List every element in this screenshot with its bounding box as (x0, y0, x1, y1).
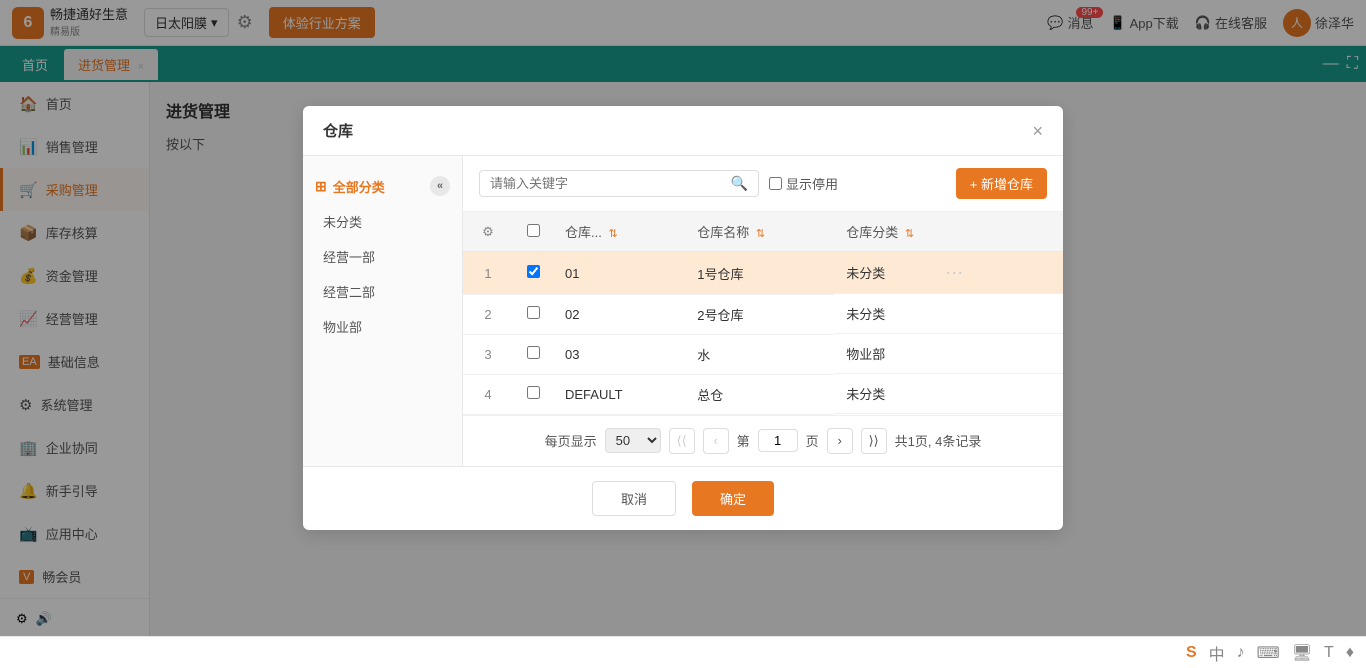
table-row: 4 DEFAULT 总仓 未分类 (463, 374, 1063, 414)
modal-header: 仓库 × (303, 106, 1063, 156)
sidebar-header-label: 全部分类 (333, 177, 385, 196)
row-checkbox-cell (513, 252, 553, 295)
cancel-btn[interactable]: 取消 (592, 481, 676, 516)
sort-code-icon[interactable]: ⇅ (608, 227, 617, 240)
row-checkbox-cell (513, 334, 553, 374)
modal-overlay: 仓库 × ⊞ 全部分类 « 未分类 经营一部 经营二部 物业部 (0, 0, 1366, 636)
confirm-btn[interactable]: 确定 (692, 481, 774, 516)
col-header-check (513, 212, 553, 252)
bottom-sound-icon[interactable]: ♪ (1237, 644, 1245, 662)
row-checkbox[interactable] (527, 265, 540, 278)
page-first-btn[interactable]: ⟨⟨ (669, 428, 695, 454)
table-row: 3 03 水 物业部 (463, 334, 1063, 374)
total-info: 共1页, 4条记录 (895, 431, 982, 450)
row-code: 03 (553, 334, 685, 374)
row-checkbox[interactable] (527, 306, 540, 319)
modal-toolbar: 🔍 显示停用 + 新增仓库 (463, 156, 1063, 212)
sort-category-icon[interactable]: ⇅ (905, 227, 914, 240)
modal-body: ⊞ 全部分类 « 未分类 经营一部 经营二部 物业部 🔍 (303, 156, 1063, 466)
bottom-diamond-icon[interactable]: ♦ (1346, 644, 1354, 662)
bottombar: S 中 ♪ ⌨ 🖥 T ♦ (0, 636, 1366, 668)
page-next-btn[interactable]: › (827, 428, 853, 454)
bottom-s-icon[interactable]: S (1186, 644, 1197, 662)
row-actions[interactable]: ··· (945, 262, 963, 283)
row-category: 物业部 (834, 334, 1063, 374)
col-header-category: 仓库分类 ⇅ (834, 212, 1063, 252)
bottom-monitor-icon[interactable]: 🖥 (1292, 643, 1312, 663)
bottom-zh-icon[interactable]: 中 (1209, 641, 1225, 665)
col-category-label: 仓库分类 (846, 225, 898, 240)
row-checkbox[interactable] (527, 386, 540, 399)
modal-sidebar-header: ⊞ 全部分类 « (303, 168, 462, 204)
row-num: 2 (463, 294, 513, 334)
page-input[interactable] (758, 429, 798, 452)
row-category: 未分类 (834, 374, 1063, 414)
table-row: 1 01 1号仓库 未分类··· (463, 252, 1063, 295)
show-disabled-checkbox[interactable]: 显示停用 (769, 174, 838, 193)
row-name: 水 (685, 334, 834, 374)
modal-category-sidebar: ⊞ 全部分类 « 未分类 经营一部 经营二部 物业部 (303, 156, 463, 466)
row-checkbox[interactable] (527, 346, 540, 359)
row-code: 02 (553, 294, 685, 334)
row-num: 3 (463, 334, 513, 374)
row-category: 未分类··· (834, 252, 1063, 294)
search-icon: 🔍 (731, 175, 748, 192)
sidebar-collapse-btn[interactable]: « (430, 176, 450, 196)
row-name: 2号仓库 (685, 294, 834, 334)
table-row: 2 02 2号仓库 未分类 (463, 294, 1063, 334)
grid-icon: ⊞ (315, 178, 327, 195)
row-category: 未分类 (834, 294, 1063, 334)
category-item-uncategorized[interactable]: 未分类 (303, 204, 462, 239)
row-code: DEFAULT (553, 374, 685, 414)
col-header-code: 仓库... ⇅ (553, 212, 685, 252)
select-all-checkbox[interactable] (527, 224, 540, 237)
col-header-name: 仓库名称 ⇅ (685, 212, 834, 252)
category-item-dept1[interactable]: 经营一部 (303, 239, 462, 274)
page-suffix: 页 (806, 431, 819, 450)
row-name: 总仓 (685, 374, 834, 414)
modal-warehouse: 仓库 × ⊞ 全部分类 « 未分类 经营一部 经营二部 物业部 (303, 106, 1063, 530)
modal-title: 仓库 (323, 120, 353, 141)
page-last-btn[interactable]: ⟩⟩ (861, 428, 887, 454)
modal-main-content: 🔍 显示停用 + 新增仓库 ⚙ (463, 156, 1063, 466)
per-page-select[interactable]: 50 100 200 (605, 428, 661, 453)
row-num: 1 (463, 252, 513, 295)
table-header-row: ⚙ 仓库... ⇅ 仓库名称 ⇅ (463, 212, 1063, 252)
search-box[interactable]: 🔍 (479, 170, 759, 197)
per-page-label: 每页显示 (545, 431, 597, 450)
col-name-label: 仓库名称 (697, 225, 749, 240)
row-code: 01 (553, 252, 685, 295)
bottom-t-icon[interactable]: T (1324, 644, 1334, 662)
col-code-label: 仓库... (565, 225, 602, 240)
warehouse-table-wrap: ⚙ 仓库... ⇅ 仓库名称 ⇅ (463, 212, 1063, 415)
disabled-checkbox-input[interactable] (769, 177, 782, 190)
warehouse-table: ⚙ 仓库... ⇅ 仓库名称 ⇅ (463, 212, 1063, 415)
modal-close-btn[interactable]: × (1032, 122, 1043, 140)
search-input[interactable] (490, 176, 725, 191)
row-name: 1号仓库 (685, 252, 834, 295)
category-item-property[interactable]: 物业部 (303, 309, 462, 344)
page-prev-btn[interactable]: ‹ (703, 428, 729, 454)
row-checkbox-cell (513, 374, 553, 414)
row-checkbox-cell (513, 294, 553, 334)
add-warehouse-btn[interactable]: + 新增仓库 (956, 168, 1047, 199)
show-disabled-label: 显示停用 (786, 174, 838, 193)
row-num: 4 (463, 374, 513, 414)
category-item-dept2[interactable]: 经营二部 (303, 274, 462, 309)
col-header-gear: ⚙ (463, 212, 513, 252)
modal-actions: 取消 确定 (303, 466, 1063, 530)
pagination-bar: 每页显示 50 100 200 ⟨⟨ ‹ 第 页 › ⟩⟩ 共1页, 4条记录 (463, 415, 1063, 466)
bottom-keyboard-icon[interactable]: ⌨ (1257, 643, 1280, 663)
sort-name-icon[interactable]: ⇅ (756, 227, 765, 240)
page-label: 第 (737, 431, 750, 450)
